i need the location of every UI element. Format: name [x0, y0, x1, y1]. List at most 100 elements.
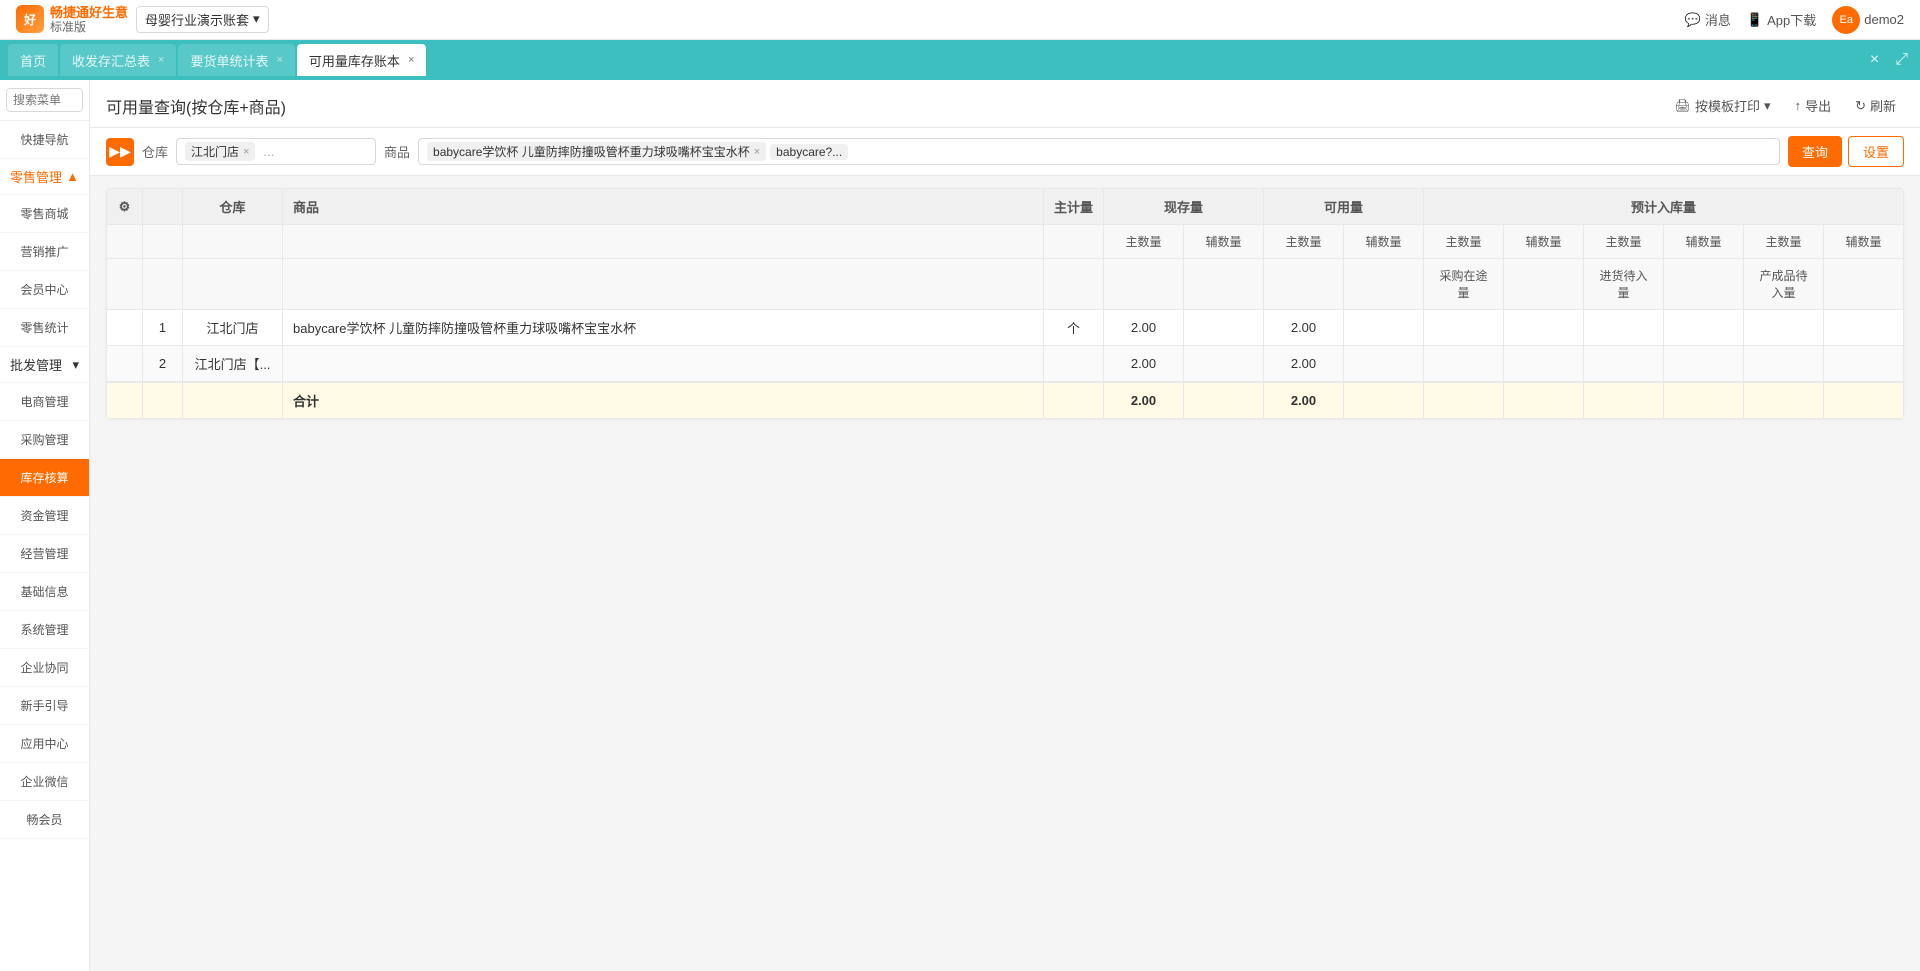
refresh-button[interactable]: ↻ 刷新	[1847, 92, 1904, 119]
sidebar-quick-nav-label: 快捷导航	[20, 131, 68, 148]
logo-area: 好 畅捷通好生意 标准版	[16, 5, 128, 35]
cell-purchase-main	[1424, 310, 1504, 346]
sidebar-item-new-guide[interactable]: 新手引导	[0, 687, 89, 725]
sidebar-item-enterprise-collab[interactable]: 企业协同	[0, 649, 89, 687]
footer-purchase-main	[1424, 382, 1504, 419]
tab-available-inventory[interactable]: 可用量库存账本 ×	[297, 44, 426, 76]
tab-bar: 首页 收发存汇总表 × 要货单统计表 × 可用量库存账本 × × ⤢	[0, 40, 1920, 80]
product-tag-1-close[interactable]: ×	[754, 146, 760, 158]
th-purchase-aux-qty: 辅数量	[1504, 225, 1584, 259]
refresh-label: 刷新	[1870, 96, 1896, 115]
filter-toggle-button[interactable]: ▶▶	[106, 138, 134, 166]
warehouse-filter-input[interactable]: 江北门店 × ...	[176, 138, 376, 165]
table-row: 1 江北门店 babycare学饮杯 儿童防摔防撞吸管杯重力球吸嘴杯宝宝水杯 个…	[107, 310, 1904, 346]
th-finished-products-aux	[1824, 259, 1904, 310]
print-template-button[interactable]: 🖨 按模板打印 ▾	[1667, 92, 1779, 119]
sidebar-item-membership[interactable]: 会员中心	[0, 271, 89, 309]
brand-subtitle: 标准版	[50, 20, 128, 34]
sidebar-operations-label: 经营管理	[20, 545, 68, 562]
search-input[interactable]	[6, 88, 83, 112]
th-available-main-qty: 主数量	[1264, 225, 1344, 259]
chevron-down-icon: ▾	[253, 11, 260, 27]
sidebar-item-inventory[interactable]: 库存核算	[0, 459, 89, 497]
sidebar-item-retail-stats[interactable]: 零售统计	[0, 309, 89, 347]
footer-incoming-aux	[1664, 382, 1744, 419]
tab-receive-summary[interactable]: 收发存汇总表 ×	[60, 44, 176, 76]
tab-order-stats[interactable]: 要货单统计表 ×	[178, 44, 294, 76]
printer-icon: 🖨	[1675, 98, 1692, 114]
product-filter-input[interactable]: babycare学饮杯 儿童防摔防撞吸管杯重力球吸嘴杯宝宝水杯 × babyca…	[418, 138, 1780, 165]
print-template-label: 按模板打印	[1695, 96, 1760, 115]
cell-current-aux	[1184, 346, 1264, 383]
cell-gear	[107, 346, 143, 383]
chevron-down-icon: ▾	[72, 357, 79, 373]
tab-receive-summary-close[interactable]: ×	[158, 54, 164, 66]
sidebar-item-basic-info[interactable]: 基础信息	[0, 573, 89, 611]
sidebar: 快捷导航 零售管理 ▲ 零售商城 营销推广 会员中心 零售统计 批发管理 ▾ 电…	[0, 80, 90, 971]
sidebar-system-label: 系统管理	[20, 621, 68, 638]
sidebar-item-wholesale-management[interactable]: 批发管理 ▾	[0, 347, 89, 383]
warehouse-tag-close[interactable]: ×	[243, 146, 249, 158]
sidebar-item-finance[interactable]: 资金管理	[0, 497, 89, 535]
warehouse-more-button[interactable]: ...	[259, 144, 278, 159]
sidebar-finance-label: 资金管理	[20, 507, 68, 524]
page-header: 可用量查询(按仓库+商品) 🖨 按模板打印 ▾ ↑ 导出 ↻ 刷新	[90, 80, 1920, 128]
sidebar-item-operations[interactable]: 经营管理	[0, 535, 89, 573]
sidebar-membership-label: 会员中心	[20, 281, 68, 298]
th-main-unit: 主计量	[1044, 189, 1104, 225]
tab-home-label: 首页	[20, 51, 46, 70]
settings-button[interactable]: 设置	[1848, 136, 1904, 167]
top-bar-left: 好 畅捷通好生意 标准版 母婴行业演示账套 ▾	[16, 5, 269, 35]
cell-finished-main	[1744, 310, 1824, 346]
sidebar-item-app-center[interactable]: 应用中心	[0, 725, 89, 763]
sidebar-inventory-label: 库存核算	[20, 469, 68, 486]
app-download-button[interactable]: 📱 App下载	[1747, 10, 1816, 29]
brand-name: 畅捷通好生意	[50, 5, 128, 21]
sidebar-item-retail-management[interactable]: 零售管理 ▲	[0, 159, 89, 195]
tab-order-stats-close[interactable]: ×	[276, 54, 282, 66]
sidebar-item-retail-mall[interactable]: 零售商城	[0, 195, 89, 233]
account-selector[interactable]: 母婴行业演示账套 ▾	[136, 6, 269, 33]
th-sub-product	[283, 225, 1044, 259]
th-no	[143, 189, 183, 225]
footer-available-main: 2.00	[1264, 382, 1344, 419]
footer-current-aux	[1184, 382, 1264, 419]
cell-finished-main	[1744, 346, 1824, 383]
th-warehouse: 仓库	[183, 189, 283, 225]
th-sub2-product	[283, 259, 1044, 310]
sidebar-item-purchase[interactable]: 采购管理	[0, 421, 89, 459]
user-avatar-area[interactable]: Ea demo2	[1832, 6, 1904, 34]
th-finished-products-label: 产成品待入量	[1744, 259, 1824, 310]
sidebar-item-quick-nav[interactable]: 快捷导航	[0, 121, 89, 159]
tab-expand-button[interactable]: ⤢	[1891, 47, 1912, 73]
tab-available-inventory-label: 可用量库存账本	[309, 51, 400, 70]
cell-purchase-main	[1424, 346, 1504, 383]
tab-home[interactable]: 首页	[8, 44, 58, 76]
sidebar-item-system[interactable]: 系统管理	[0, 611, 89, 649]
sidebar-item-marketing[interactable]: 营销推广	[0, 233, 89, 271]
sidebar-search-area	[0, 80, 89, 121]
top-bar: 好 畅捷通好生意 标准版 母婴行业演示账套 ▾ 💬 消息 📱 App下载 Ea …	[0, 0, 1920, 40]
tab-available-inventory-close[interactable]: ×	[408, 54, 414, 66]
sidebar-ecommerce-label: 电商管理	[20, 393, 68, 410]
sidebar-item-enterprise-wechat[interactable]: 企业微信	[0, 763, 89, 801]
username-label: demo2	[1864, 12, 1904, 27]
sidebar-basic-info-label: 基础信息	[20, 583, 68, 600]
sidebar-item-ecommerce[interactable]: 电商管理	[0, 383, 89, 421]
sidebar-new-guide-label: 新手引导	[20, 697, 68, 714]
table-container[interactable]: ⚙ 仓库 商品 主计量 现存量 可用量 预计入库量	[90, 176, 1920, 971]
tab-receive-summary-label: 收发存汇总表	[72, 51, 150, 70]
product-filter-label: 商品	[384, 142, 410, 161]
sidebar-marketing-label: 营销推广	[20, 243, 68, 260]
sidebar-item-vip[interactable]: 畅会员	[0, 801, 89, 839]
footer-warehouse	[183, 382, 283, 419]
export-button[interactable]: ↑ 导出	[1787, 92, 1840, 119]
cell-unit	[1044, 346, 1104, 383]
th-incoming-aux-qty: 辅数量	[1664, 225, 1744, 259]
query-button[interactable]: 查询	[1788, 136, 1842, 167]
tab-close-all-button[interactable]: ×	[1866, 47, 1883, 73]
main-layout: 快捷导航 零售管理 ▲ 零售商城 营销推广 会员中心 零售统计 批发管理 ▾ 电…	[0, 80, 1920, 971]
app-download-label: App下载	[1767, 10, 1816, 29]
product-tag-1: babycare学饮杯 儿童防摔防撞吸管杯重力球吸嘴杯宝宝水杯 ×	[427, 142, 766, 161]
message-button[interactable]: 💬 消息	[1685, 10, 1731, 29]
